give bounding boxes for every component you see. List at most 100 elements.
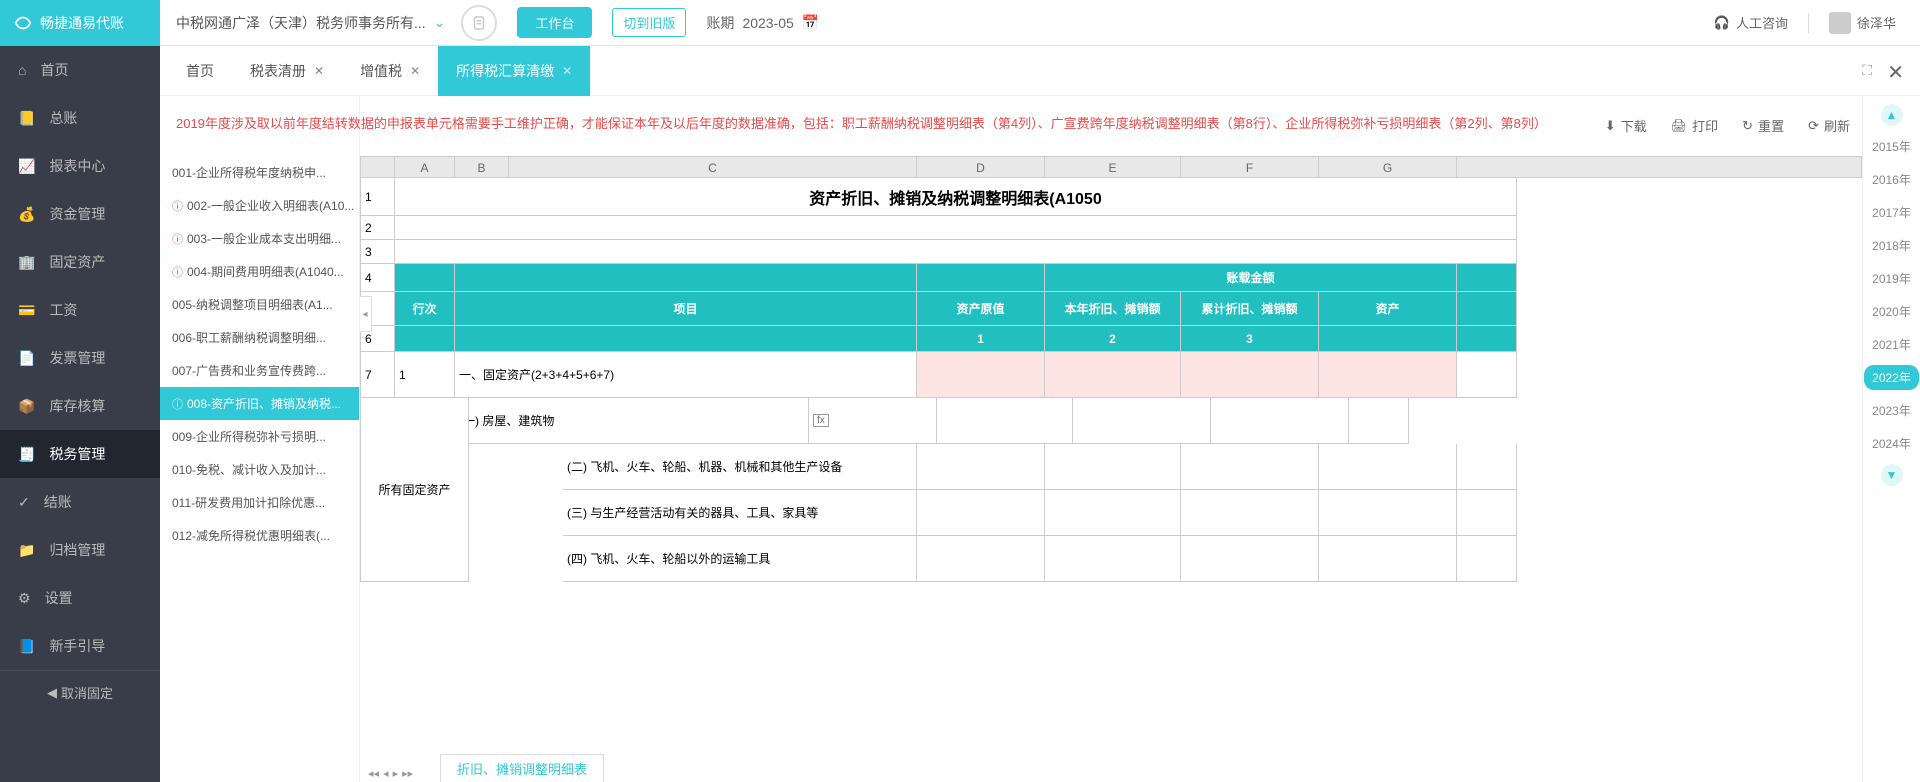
cancel-pin[interactable]: ◀取消固定 bbox=[0, 670, 160, 714]
value-cell[interactable] bbox=[1181, 490, 1319, 536]
year-item[interactable]: 2022年 bbox=[1864, 365, 1919, 390]
sheet-nav[interactable]: ◂◂◂▸▸▸ bbox=[368, 767, 413, 780]
nav-item[interactable]: 🏢固定资产 bbox=[0, 238, 160, 286]
value-cell[interactable] bbox=[1319, 490, 1457, 536]
tab[interactable]: 首页 bbox=[168, 46, 232, 96]
nav-item[interactable]: 📒总账 bbox=[0, 94, 160, 142]
year-item[interactable]: 2019年 bbox=[1864, 266, 1919, 291]
tab-close-icon[interactable]: ✕ bbox=[314, 64, 324, 78]
value-cell[interactable] bbox=[1045, 536, 1181, 582]
report-list-item[interactable]: 007-广告费和业务宣传费跨... bbox=[160, 354, 359, 387]
value-cell[interactable] bbox=[1045, 444, 1181, 490]
collapse-toggle[interactable]: ◂ bbox=[360, 296, 372, 332]
cell bbox=[395, 216, 1517, 240]
print-button[interactable]: 🖨打印 bbox=[1671, 116, 1719, 135]
year-item[interactable]: 2016年 bbox=[1864, 167, 1919, 192]
tab-close-icon[interactable]: ✕ bbox=[562, 64, 572, 78]
user-menu[interactable]: 徐泽华 bbox=[1829, 12, 1896, 34]
value-cell[interactable] bbox=[917, 444, 1045, 490]
item-cell: (一) 房屋、建筑物 bbox=[455, 398, 809, 444]
cell: 账载金额 bbox=[1045, 264, 1457, 292]
value-cell[interactable] bbox=[1319, 444, 1457, 490]
tab[interactable]: 税表清册✕ bbox=[232, 46, 342, 96]
year-item[interactable]: 2023年 bbox=[1864, 398, 1919, 423]
nav-item[interactable]: 📦库存核算 bbox=[0, 382, 160, 430]
nav-icon: 🏢 bbox=[18, 254, 35, 271]
old-version-button[interactable]: 切到旧版 bbox=[612, 8, 686, 37]
cell bbox=[1457, 536, 1517, 582]
value-cell[interactable] bbox=[1073, 398, 1211, 444]
cell: 行次 bbox=[395, 292, 455, 326]
row-label: 1 bbox=[361, 178, 395, 216]
report-list-item[interactable]: 012-减免所得税优惠明细表(... bbox=[160, 519, 359, 552]
workbench-button[interactable]: 工作台 bbox=[517, 7, 592, 38]
value-cell[interactable] bbox=[917, 352, 1045, 398]
expand-icon[interactable]: ⛶ bbox=[1862, 62, 1872, 79]
clipboard-icon[interactable] bbox=[461, 5, 497, 41]
value-cell[interactable] bbox=[937, 398, 1073, 444]
cell bbox=[1457, 490, 1517, 536]
reset-button[interactable]: ↻重置 bbox=[1742, 116, 1784, 135]
report-list-item[interactable]: ⓘ004-期间费用明细表(A1040... bbox=[160, 255, 359, 288]
item-cell: (二) 飞机、火车、轮船、机器、机械和其他生产设备 bbox=[563, 444, 917, 490]
report-list-item[interactable]: ⓘ003-一般企业成本支出明细... bbox=[160, 222, 359, 255]
nav-item[interactable]: ⌂首页 bbox=[0, 46, 160, 94]
nav-icon: ⌂ bbox=[18, 62, 26, 78]
nav-item[interactable]: 📄发票管理 bbox=[0, 334, 160, 382]
value-cell[interactable]: fx bbox=[809, 398, 937, 444]
year-item[interactable]: 2018年 bbox=[1864, 233, 1919, 258]
report-list-item[interactable]: 010-免税、减计收入及加计... bbox=[160, 453, 359, 486]
nav-item[interactable]: 💳工资 bbox=[0, 286, 160, 334]
tab[interactable]: 增值税✕ bbox=[342, 46, 438, 96]
report-list-item[interactable]: 001-企业所得税年度纳税申... bbox=[160, 156, 359, 189]
value-cell[interactable] bbox=[1211, 398, 1349, 444]
year-item[interactable]: 2024年 bbox=[1864, 431, 1919, 456]
org-selector[interactable]: 中税网通广泽（天津）税务师事务所有... ⌄ bbox=[176, 13, 445, 33]
cell: 1 bbox=[917, 326, 1045, 352]
nav-item[interactable]: 📁归档管理 bbox=[0, 526, 160, 574]
value-cell[interactable] bbox=[917, 490, 1045, 536]
refresh-button[interactable]: ⟳刷新 bbox=[1808, 116, 1850, 135]
year-scroll-down[interactable]: ▼ bbox=[1881, 464, 1903, 486]
sheet-tab[interactable]: 折旧、摊销调整明细表 bbox=[440, 754, 604, 782]
value-cell[interactable] bbox=[1045, 490, 1181, 536]
warning-text: 2019年度涉及取以前年度结转数据的申报表单元格需要手工维护正确，才能保证本年及… bbox=[176, 114, 1640, 135]
year-item[interactable]: 2020年 bbox=[1864, 299, 1919, 324]
value-cell[interactable] bbox=[1181, 536, 1319, 582]
close-icon[interactable]: ✕ bbox=[1887, 60, 1904, 85]
year-item[interactable]: 2021年 bbox=[1864, 332, 1919, 357]
report-list-item[interactable]: 005-纳税调整项目明细表(A1... bbox=[160, 288, 359, 321]
year-item[interactable]: 2017年 bbox=[1864, 200, 1919, 225]
cell bbox=[395, 326, 455, 352]
report-list-item[interactable]: ⓘ002-一般企业收入明细表(A10... bbox=[160, 189, 359, 222]
year-scroll-up[interactable]: ▲ bbox=[1881, 104, 1903, 126]
col-header: A bbox=[395, 157, 455, 177]
tab-close-icon[interactable]: ✕ bbox=[410, 64, 420, 78]
value-cell[interactable] bbox=[1045, 352, 1181, 398]
fx-icon[interactable]: fx bbox=[813, 414, 829, 427]
value-cell[interactable] bbox=[1319, 352, 1457, 398]
report-list-item[interactable]: 006-职工薪酬纳税调整明细... bbox=[160, 321, 359, 354]
nav-item[interactable]: ⚙设置 bbox=[0, 574, 160, 622]
report-list-item[interactable]: 011-研发费用加计扣除优惠... bbox=[160, 486, 359, 519]
download-button[interactable]: ⬇下载 bbox=[1605, 116, 1647, 135]
report-list-item[interactable]: 009-企业所得税弥补亏损明... bbox=[160, 420, 359, 453]
report-list-item[interactable]: ⓘ008-资产折旧、摊销及纳税... bbox=[160, 387, 359, 420]
tab[interactable]: 所得税汇算清缴✕ bbox=[438, 46, 590, 96]
value-cell[interactable] bbox=[917, 536, 1045, 582]
nav-item[interactable]: 🧾税务管理 bbox=[0, 430, 160, 478]
nav-item[interactable]: 📈报表中心 bbox=[0, 142, 160, 190]
col-header: E bbox=[1045, 157, 1181, 177]
cell: 项目 bbox=[455, 292, 917, 326]
value-cell[interactable] bbox=[1181, 444, 1319, 490]
nav-item[interactable]: 💰资金管理 bbox=[0, 190, 160, 238]
nav-item[interactable]: 📘新手引导 bbox=[0, 622, 160, 670]
period-selector[interactable]: 账期 2023-05 📅 bbox=[706, 13, 819, 33]
nav-item[interactable]: ✓结账 bbox=[0, 478, 160, 526]
row-label: 3 bbox=[361, 240, 395, 264]
value-cell[interactable] bbox=[1319, 536, 1457, 582]
support-link[interactable]: 🎧 人工咨询 bbox=[1714, 13, 1788, 32]
value-cell[interactable] bbox=[1181, 352, 1319, 398]
year-item[interactable]: 2015年 bbox=[1864, 134, 1919, 159]
col-header: C bbox=[509, 157, 917, 177]
